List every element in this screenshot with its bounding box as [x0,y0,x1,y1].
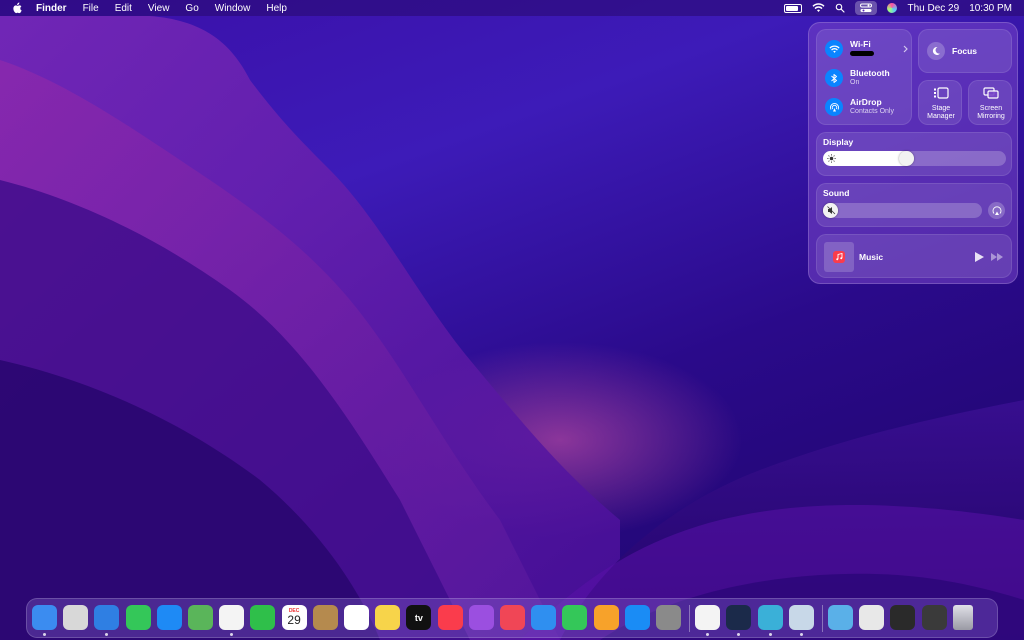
apple-logo-icon[interactable] [12,2,22,14]
dock-photos-icon[interactable] [219,605,245,630]
focus-tile[interactable]: Focus [918,29,1012,73]
spotlight-search-icon[interactable] [835,3,846,13]
moon-icon [927,42,945,60]
music-artwork [824,242,854,272]
display-title: Display [823,137,854,147]
brightness-knob[interactable] [898,151,914,166]
dock: DEC 29 tv [26,598,998,638]
speaker-muted-icon [826,205,837,216]
stage-manager-label-line2: Manager [927,113,955,120]
dock-reminders-icon[interactable] [344,605,369,630]
now-playing-tile[interactable]: Music [816,234,1012,278]
sound-title: Sound [823,188,850,198]
wifi-toggle[interactable]: Wi-Fi [825,39,874,59]
menu-view[interactable]: View [140,3,178,14]
brightness-slider[interactable] [823,151,1006,166]
wifi-chevron-right-icon[interactable] [903,45,908,53]
dock-contacts-icon[interactable] [312,605,338,630]
dock-maps-icon[interactable] [188,605,213,630]
dock-running-indicator [43,633,46,636]
play-icon[interactable] [975,252,984,262]
menu-app-name[interactable]: Finder [28,3,75,14]
dock-numbers-icon[interactable] [562,605,588,630]
stage-manager-label-line1: Stage [931,105,951,112]
dock-running-indicator [230,633,234,636]
bluetooth-toggle[interactable]: Bluetooth On [825,68,890,88]
dock-downloads-icon[interactable] [828,605,853,630]
wifi-network-redacted [850,50,874,56]
fast-forward-icon[interactable] [991,253,1003,261]
control-center-panel: Wi-Fi Bluetooth On AirDrop Contacts Only [808,22,1018,284]
dock-launchpad-icon[interactable] [63,605,89,630]
dock-keynote-icon[interactable] [531,605,557,630]
sun-icon [826,153,837,164]
dock-calendar-icon[interactable]: DEC 29 [281,605,307,630]
focus-label: Focus [952,46,978,56]
airdrop-label: AirDrop [850,97,882,107]
dock-running-indicator [799,633,803,636]
dock-window-thumbnail-3-icon[interactable] [921,605,947,630]
dock-running-indicator [706,633,710,636]
screen-mirroring-icon [983,87,999,99]
menu-go[interactable]: Go [177,3,206,14]
dock-news-icon[interactable] [500,605,525,630]
battery-icon[interactable] [784,3,803,13]
menu-bar: Finder File Edit View Go Window Help Thu [0,0,1024,16]
music-label: Music [859,252,884,262]
dock-facetime-icon[interactable] [250,605,276,630]
dock-messages-icon[interactable] [125,605,151,630]
screen-mirroring-tile[interactable]: Screen Mirroring [968,80,1012,125]
music-note-icon [833,251,845,263]
dock-window-thumbnail-1-icon[interactable] [859,605,885,630]
wifi-icon[interactable] [825,40,843,58]
dock-safari-icon[interactable] [94,605,120,630]
wifi-label: Wi-Fi [850,39,871,49]
dock-running-indicator [105,633,109,636]
bluetooth-label: Bluetooth [850,68,890,78]
menu-window[interactable]: Window [207,3,259,14]
tv-label: tv [414,612,423,623]
control-center-icon[interactable] [855,1,878,15]
volume-slider[interactable] [823,203,982,218]
dock-trash-icon[interactable] [952,605,973,630]
menu-help[interactable]: Help [258,3,295,14]
dock-podcasts-icon[interactable] [468,605,494,630]
bluetooth-icon[interactable] [825,69,843,87]
dock-steam-icon[interactable] [726,605,752,630]
dock-hardware-monitor-icon[interactable] [757,605,783,630]
menubar-date[interactable]: Thu Dec 29 [907,3,959,14]
calendar-day: 29 [287,613,301,627]
menu-file[interactable]: File [75,3,107,14]
dock-pages-icon[interactable] [593,605,619,630]
dock-mail-icon[interactable] [156,605,182,630]
dock-separator [822,605,823,632]
dock-notes-icon[interactable] [375,605,401,630]
airdrop-status: Contacts Only [850,108,894,115]
stage-manager-tile[interactable]: Stage Manager [918,80,962,125]
siri-icon[interactable] [887,3,898,13]
menu-edit[interactable]: Edit [107,3,140,14]
dock-preview-icon[interactable] [788,605,814,630]
stage-manager-icon [934,87,949,99]
dock-system-settings-icon[interactable] [656,605,681,630]
menubar-time[interactable]: 10:30 PM [969,3,1012,14]
airplay-audio-icon[interactable] [988,202,1005,219]
dock-separator [689,605,691,632]
dock-running-indicator [768,633,772,636]
dock-chrome-icon[interactable] [695,605,721,630]
screen-mirroring-label-line2: Mirroring [977,113,1005,120]
bluetooth-status: On [850,79,860,86]
connectivity-tile: Wi-Fi Bluetooth On AirDrop Contacts Only [816,29,912,125]
airdrop-toggle[interactable]: AirDrop Contacts Only [825,97,894,117]
dock-finder-icon[interactable] [32,605,57,630]
airdrop-icon[interactable] [825,98,843,116]
dock-app-store-icon[interactable] [624,605,650,630]
dock-window-thumbnail-2-icon[interactable] [890,605,916,630]
screen-mirroring-label-line1: Screen [979,105,1003,112]
dock-tv-icon[interactable]: tv [406,605,432,630]
wifi-status-icon[interactable] [812,3,825,13]
dock-music-icon[interactable] [437,605,463,630]
dock-running-indicator [737,633,741,636]
